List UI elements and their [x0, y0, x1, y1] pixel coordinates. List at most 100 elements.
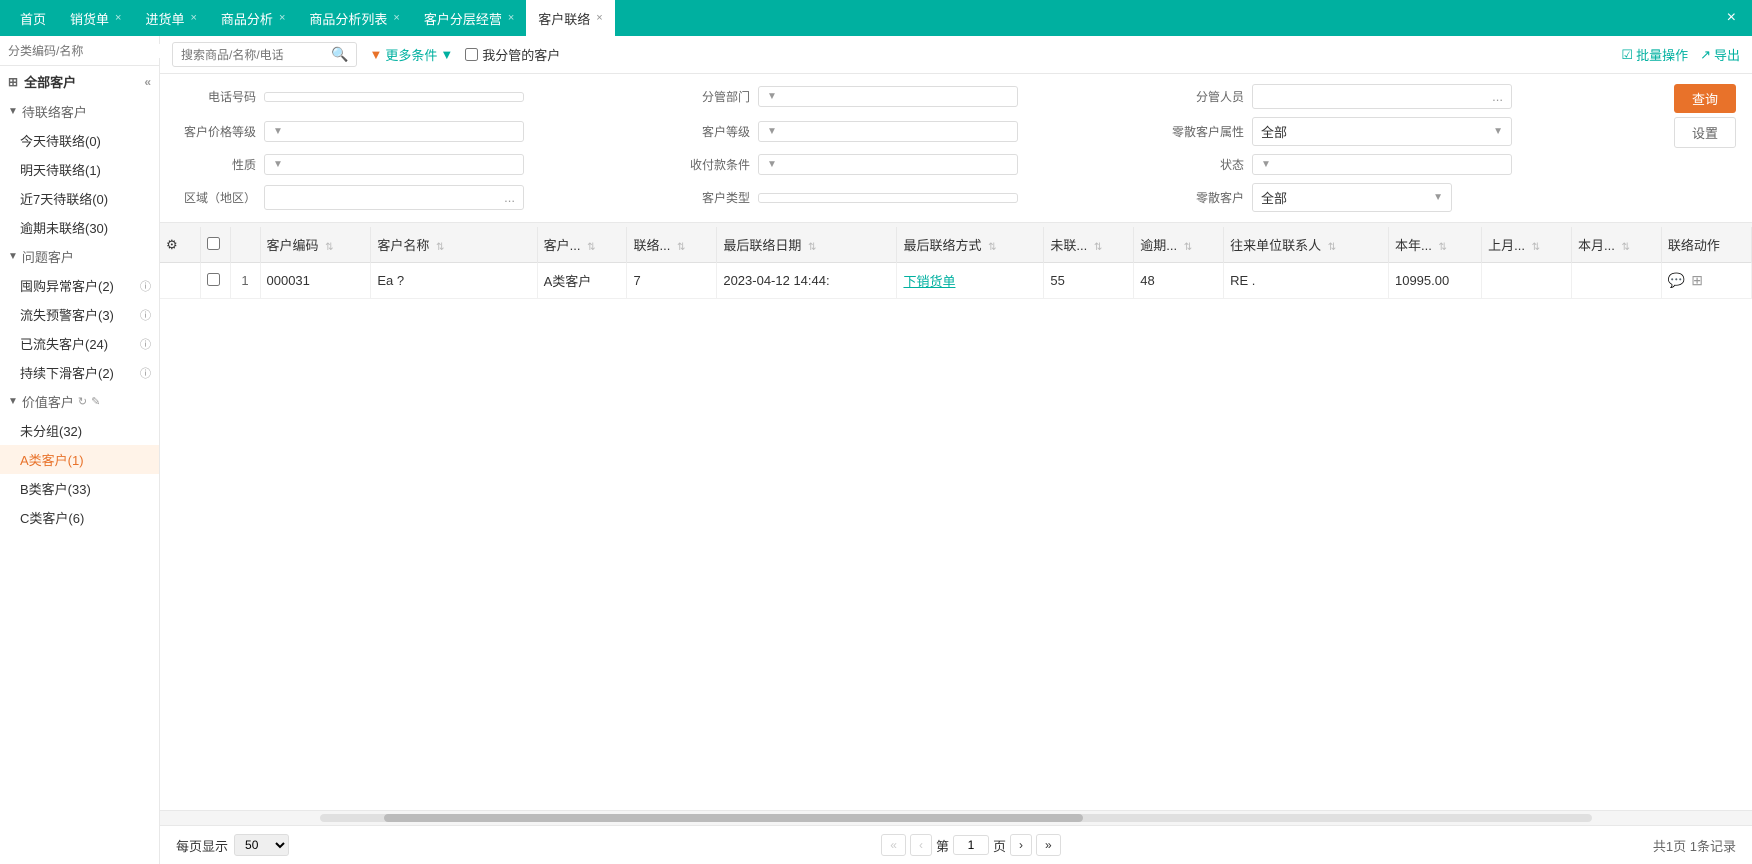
next-page-button[interactable]: ›: [1010, 834, 1032, 856]
region-select[interactable]: ...: [264, 185, 524, 210]
settings-icon[interactable]: ⚙: [166, 237, 178, 252]
row-this-month-col: [1571, 263, 1661, 299]
filter-search-input[interactable]: [181, 48, 331, 62]
row-checkbox[interactable]: [207, 273, 220, 286]
chat-action-icon[interactable]: 💬: [1668, 272, 1685, 289]
customer-level-select[interactable]: ▼: [758, 121, 1018, 142]
col-overdue[interactable]: 逾期... ⇅: [1134, 227, 1224, 263]
col-company-contact[interactable]: 往来单位联系人 ⇅: [1224, 227, 1389, 263]
last-page-button[interactable]: »: [1036, 834, 1061, 856]
retail-attr-select[interactable]: 全部 ▼: [1252, 117, 1512, 146]
phone-input[interactable]: [264, 92, 524, 102]
grid-action-icon[interactable]: ⊞: [1691, 272, 1703, 289]
payment-select[interactable]: ▼: [758, 154, 1018, 175]
sidebar-item-b-class[interactable]: B类客户(33): [0, 474, 159, 503]
filter-search-icon[interactable]: 🔍: [331, 46, 348, 63]
col-category[interactable]: 客户... ⇅: [537, 227, 627, 263]
col-this-month-sort-icon: ⇅: [1621, 242, 1629, 253]
nav-analysis-list[interactable]: 商品分析列表 ×: [297, 0, 411, 36]
col-contact-label: 联络...: [633, 238, 670, 253]
my-customers-filter[interactable]: 我分管的客户: [465, 45, 560, 64]
sidebar-item-a-class[interactable]: A类客户(1): [0, 445, 159, 474]
col-checkbox[interactable]: [200, 227, 230, 263]
declining-info-icon: ⓘ: [140, 365, 151, 381]
price-level-select[interactable]: ▼: [264, 121, 524, 142]
horizontal-scrollbar[interactable]: [320, 814, 1592, 822]
nature-select[interactable]: ▼: [264, 154, 524, 175]
export-icon: ↗: [1700, 47, 1711, 63]
sidebar-search-input[interactable]: [8, 44, 163, 58]
churned-label: 已流失客户(24): [20, 334, 108, 353]
sidebar-item-c-class[interactable]: C类客户(6): [0, 503, 159, 532]
nav-purchase[interactable]: 进货单 ×: [133, 0, 208, 36]
select-all-checkbox[interactable]: [207, 237, 220, 250]
batch-op-button[interactable]: ☑ 批量操作: [1621, 45, 1688, 64]
sidebar-item-7days[interactable]: 近7天待联络(0): [0, 184, 159, 213]
col-this-year[interactable]: 本年... ⇅: [1388, 227, 1481, 263]
status-select[interactable]: ▼: [1252, 154, 1512, 175]
col-code[interactable]: 客户编码 ⇅: [260, 227, 371, 263]
my-customers-checkbox[interactable]: [465, 48, 478, 61]
horizontal-scrollbar-thumb[interactable]: [384, 814, 1084, 822]
customer-type-input[interactable]: [758, 193, 1018, 203]
nav-analysis-list-close[interactable]: ×: [393, 12, 399, 24]
nav-purchase-close[interactable]: ×: [190, 12, 196, 24]
nav-sales[interactable]: 销货单 ×: [58, 0, 133, 36]
nav-home[interactable]: 首页: [8, 0, 58, 36]
nav-customer-tier-close[interactable]: ×: [508, 12, 514, 24]
sidebar-section-pending-title[interactable]: ▼ 待联络客户: [0, 97, 159, 126]
last-contact-method-link[interactable]: 下销货单: [903, 274, 955, 289]
nav-sales-close[interactable]: ×: [115, 12, 121, 24]
edit-icon[interactable]: ✎: [91, 395, 100, 408]
filter-row-2: 客户价格等级 ▼ 客户等级 ▼ 零散客户属性: [176, 117, 1658, 146]
export-button[interactable]: ↗ 导出: [1700, 45, 1740, 64]
filter-row-3: 性质 ▼ 收付款条件 ▼ 状态: [176, 154, 1658, 175]
sidebar-item-overdue[interactable]: 逾期未联络(30): [0, 213, 159, 242]
col-last-month[interactable]: 上月... ⇅: [1482, 227, 1572, 263]
nav-customer-contact-close[interactable]: ×: [596, 12, 602, 24]
nav-customer-contact[interactable]: 客户联络 ×: [526, 0, 614, 36]
more-filters-button[interactable]: ▼ 更多条件 ▼: [369, 45, 453, 64]
col-last-contact-date[interactable]: 最后联络日期 ⇅: [717, 227, 897, 263]
sidebar-section-problem-title[interactable]: ▼ 问题客户: [0, 242, 159, 271]
nav-customer-tier[interactable]: 客户分层经营 ×: [412, 0, 526, 36]
prev-page-button[interactable]: ‹: [910, 834, 932, 856]
col-this-year-sort-icon: ⇅: [1438, 242, 1446, 253]
sidebar-item-ungrouped[interactable]: 未分组(32): [0, 416, 159, 445]
col-category-sort-icon: ⇅: [587, 242, 595, 253]
row-last-contact-method-col[interactable]: 下销货单: [897, 263, 1044, 299]
first-page-button[interactable]: «: [881, 834, 906, 856]
sidebar-item-today[interactable]: 今天待联络(0): [0, 126, 159, 155]
sidebar-collapse-btn[interactable]: «: [144, 75, 151, 89]
sidebar-item-churned[interactable]: 已流失客户(24) ⓘ: [0, 329, 159, 358]
col-contact[interactable]: 联络... ⇅: [627, 227, 717, 263]
person-select[interactable]: ...: [1252, 84, 1512, 109]
page-size-select[interactable]: 50 20 100 200: [234, 834, 289, 856]
refresh-icon[interactable]: ↻: [78, 395, 87, 408]
sidebar-section-value-title[interactable]: ▼ 价值客户 ↻ ✎: [0, 387, 159, 416]
sidebar-item-tomorrow[interactable]: 明天待联络(1): [0, 155, 159, 184]
nav-analysis-close[interactable]: ×: [279, 12, 285, 24]
col-code-label: 客户编码: [267, 238, 319, 253]
sidebar-all-customers[interactable]: ⊞ 全部客户 «: [0, 66, 159, 97]
row-checkbox-col[interactable]: [200, 263, 230, 299]
dept-select[interactable]: ▼: [758, 86, 1018, 107]
col-last-month-sort-icon: ⇅: [1532, 242, 1540, 253]
sidebar-item-declining[interactable]: 持续下滑客户(2) ⓘ: [0, 358, 159, 387]
col-name[interactable]: 客户名称 ⇅: [371, 227, 537, 263]
col-this-month[interactable]: 本月... ⇅: [1571, 227, 1661, 263]
problem-title-label: 问题客户: [22, 247, 74, 266]
ungroup-label: 未分组(32): [20, 421, 82, 440]
col-settings[interactable]: ⚙: [160, 227, 200, 263]
settings-button[interactable]: 设置: [1674, 117, 1736, 148]
page-number-input[interactable]: [953, 835, 989, 855]
col-last-contact-method[interactable]: 最后联络方式 ⇅: [897, 227, 1044, 263]
window-close-button[interactable]: ×: [1719, 9, 1744, 27]
nav-analysis[interactable]: 商品分析 ×: [209, 0, 297, 36]
sidebar-item-churn-warning[interactable]: 流失预警客户(3) ⓘ: [0, 300, 159, 329]
retail-attr-value: 全部: [1261, 122, 1287, 141]
sidebar-item-hoard[interactable]: 囤购异常客户(2) ⓘ: [0, 271, 159, 300]
retail-customer-select[interactable]: 全部 ▼: [1252, 183, 1452, 212]
col-uncontacted[interactable]: 未联... ⇅: [1044, 227, 1134, 263]
query-button[interactable]: 查询: [1674, 84, 1736, 113]
